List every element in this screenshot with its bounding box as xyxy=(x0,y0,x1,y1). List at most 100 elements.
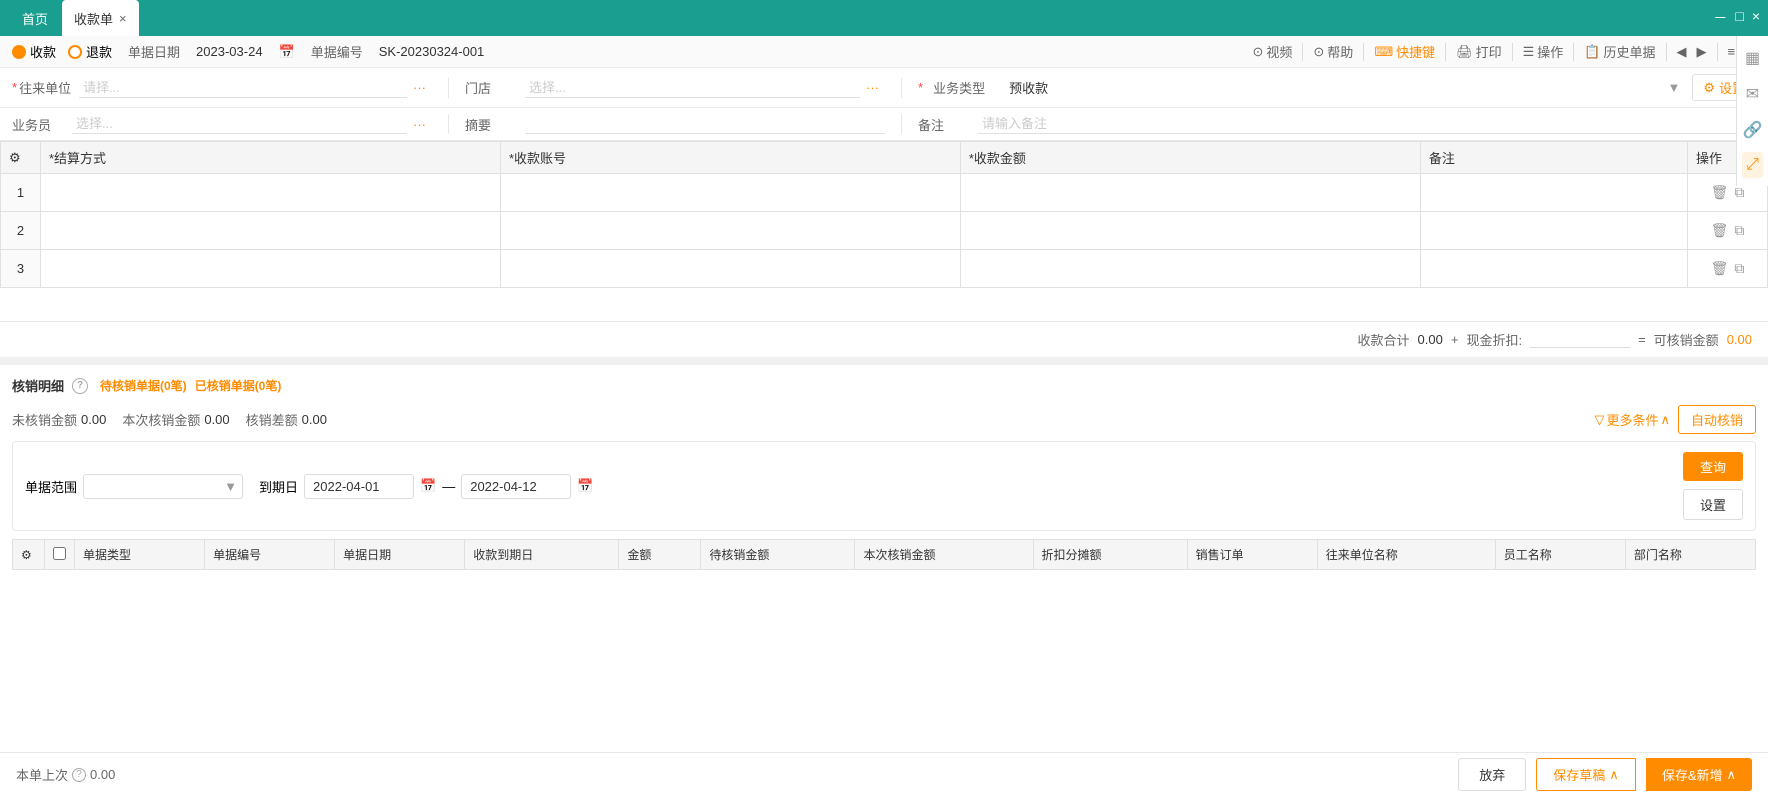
abandon-btn[interactable]: 放弃 xyxy=(1458,758,1526,791)
info-icon-footer[interactable]: ? xyxy=(72,768,86,782)
amount-cell-3[interactable] xyxy=(960,250,1420,288)
copy-icon-2[interactable]: ⧉ xyxy=(1734,222,1744,239)
date-from-input[interactable] xyxy=(304,474,414,499)
divider5 xyxy=(1573,43,1574,61)
date-value: 2023-03-24 xyxy=(196,44,263,59)
date-range-dash: — xyxy=(442,479,455,494)
summary-input[interactable] xyxy=(525,114,885,134)
account-cell-1[interactable] xyxy=(500,174,960,212)
table-settings-header[interactable]: ⚙ xyxy=(1,142,41,174)
delete-icon-1[interactable]: 🗑 xyxy=(1711,184,1729,201)
uncancelled-stat: 未核销金额 0.00 xyxy=(12,410,106,429)
help-btn[interactable]: ⊙ 帮助 xyxy=(1313,42,1353,61)
col-checkbox xyxy=(45,540,75,570)
more-conditions-link[interactable]: ▽ 更多条件 ∧ xyxy=(1594,410,1670,429)
date-label: 单据日期 xyxy=(128,42,180,61)
tab-close-icon[interactable]: × xyxy=(119,11,127,26)
account-cell-2[interactable] xyxy=(500,212,960,250)
query-buttons: 查询 设置 xyxy=(1683,452,1743,520)
print-btn[interactable]: 🖨 打印 xyxy=(1456,42,1502,61)
summary-field: 摘要 xyxy=(465,114,885,134)
query-btn[interactable]: 查询 xyxy=(1683,452,1743,481)
stats-row: 未核销金额 0.00 本次核销金额 0.00 核销差额 0.00 xyxy=(12,404,327,435)
salesperson-input[interactable] xyxy=(72,114,407,134)
close-btn[interactable]: × xyxy=(1752,8,1760,28)
account-cell-3[interactable] xyxy=(500,250,960,288)
range-select[interactable] xyxy=(83,474,243,499)
bottom-table-container: ⚙ 单据类型 单据编号 单据日期 收款到期日 金额 待核销金额 本次核销金额 折… xyxy=(12,539,1756,570)
sep3 xyxy=(448,114,449,134)
setting-btn-2[interactable]: 设置 xyxy=(1683,489,1743,520)
history-btn[interactable]: 📋 历史单据 xyxy=(1584,42,1655,61)
settlement-cell-3[interactable] xyxy=(41,250,501,288)
per-order-label: 本单上次 xyxy=(16,765,68,784)
discount-input[interactable] xyxy=(1530,332,1630,348)
summary-row: 收款合计 0.00 + 现金折扣: = 可核销金额 0.00 xyxy=(0,321,1768,357)
operation-btn[interactable]: ☰ 操作 xyxy=(1523,42,1564,61)
amount-cell-1[interactable] xyxy=(960,174,1420,212)
tab-home[interactable]: 首页 xyxy=(8,0,62,36)
footer-right: 放弃 保存草稿 ∧ 保存&新增 ∧ xyxy=(1458,758,1752,791)
minimize-btn[interactable]: － xyxy=(1713,8,1727,28)
copy-icon-1[interactable]: ⧉ xyxy=(1734,184,1744,201)
remark-input[interactable] xyxy=(978,114,1756,134)
settlement-cell-1[interactable] xyxy=(41,174,501,212)
toolbar-right: ⊙ 视频 ⊙ 帮助 ⌨ 快捷键 🖨 打印 ☰ 操作 📋 历史单据 ◀ ▶ ≡ ⊞ xyxy=(1252,42,1756,61)
save-new-btn-group: 保存&新增 ∧ xyxy=(1646,758,1752,791)
radio-receipt-label: 收款 xyxy=(30,42,56,61)
radio-refund[interactable]: 退款 xyxy=(68,42,112,61)
list-view-icon[interactable]: ≡ xyxy=(1728,44,1736,59)
settlement-cell-2[interactable] xyxy=(41,212,501,250)
date-picker-icon[interactable]: 📅 xyxy=(279,44,295,60)
this-cancel-stat: 本次核销金额 0.00 xyxy=(122,410,229,429)
save-draft-btn[interactable]: 保存草稿 ∧ xyxy=(1536,758,1636,791)
col-dept-name: 部门名称 xyxy=(1625,540,1755,570)
copy-icon-3[interactable]: ⧉ xyxy=(1734,260,1744,277)
sidebar-email-icon[interactable]: ✉ xyxy=(1742,80,1763,108)
col-sales-order: 销售订单 xyxy=(1187,540,1317,570)
save-new-btn[interactable]: 保存&新增 ∧ xyxy=(1646,758,1752,791)
salesperson-more[interactable]: ··· xyxy=(407,117,432,132)
amount-cell-2[interactable] xyxy=(960,212,1420,250)
tab-pending[interactable]: 待核销单据(0笔) xyxy=(96,375,191,396)
delete-icon-2[interactable]: 🗑 xyxy=(1711,222,1729,239)
calendar-from-icon[interactable]: 📅 xyxy=(420,478,436,494)
main-content: 收款 退款 单据日期 2023-03-24 📅 单据编号 SK-20230324… xyxy=(0,36,1768,796)
date-to-input[interactable] xyxy=(461,474,571,499)
total-label: 收款合计 xyxy=(1358,330,1410,349)
col-amount: *收款金额 xyxy=(960,142,1420,174)
nav-left[interactable]: ◀ xyxy=(1677,44,1687,60)
salesperson-label: 业务员 xyxy=(12,115,72,134)
store-input[interactable] xyxy=(525,78,860,98)
verification-info-icon[interactable]: ? xyxy=(72,378,88,394)
remark-label: 备注 xyxy=(918,115,978,134)
table-row: 2 🗑 ⧉ xyxy=(1,212,1768,250)
auto-cancel-btn[interactable]: 自动核销 xyxy=(1678,405,1756,434)
tab-active[interactable]: 收款单 × xyxy=(62,0,139,36)
remark-cell-1[interactable] xyxy=(1420,174,1687,212)
delete-icon-3[interactable]: 🗑 xyxy=(1711,260,1729,277)
counterpart-more[interactable]: ··· xyxy=(407,80,432,95)
save-btn-group: 保存草稿 ∧ xyxy=(1536,758,1636,791)
shortcut-btn[interactable]: ⌨ 快捷键 xyxy=(1374,42,1435,61)
sidebar-expand-icon[interactable]: ⤢ xyxy=(1742,152,1763,178)
nav-right[interactable]: ▶ xyxy=(1697,44,1707,60)
col-settings-bottom[interactable]: ⚙ xyxy=(13,540,45,570)
business-dropdown[interactable]: ▼ xyxy=(1667,80,1680,95)
store-label: 门店 xyxy=(465,78,525,97)
sidebar-table-icon[interactable]: ▦ xyxy=(1741,44,1764,72)
remark-cell-3[interactable] xyxy=(1420,250,1687,288)
sidebar-link-icon[interactable]: 🔗 xyxy=(1739,116,1767,144)
counterpart-input[interactable] xyxy=(79,78,407,98)
video-btn[interactable]: ⊙ 视频 xyxy=(1252,42,1292,61)
tab-done[interactable]: 已核销单据(0笔) xyxy=(191,375,286,396)
remark-cell-2[interactable] xyxy=(1420,212,1687,250)
col-account: *收款账号 xyxy=(500,142,960,174)
calendar-to-icon[interactable]: 📅 xyxy=(577,478,593,494)
table-row: 1 🗑 ⧉ xyxy=(1,174,1768,212)
maximize-btn[interactable]: □ xyxy=(1735,8,1743,28)
number-label: 单据编号 xyxy=(311,42,363,61)
store-more[interactable]: ··· xyxy=(860,80,885,95)
radio-receipt[interactable]: 收款 xyxy=(12,42,56,61)
select-all-checkbox[interactable] xyxy=(53,547,66,560)
